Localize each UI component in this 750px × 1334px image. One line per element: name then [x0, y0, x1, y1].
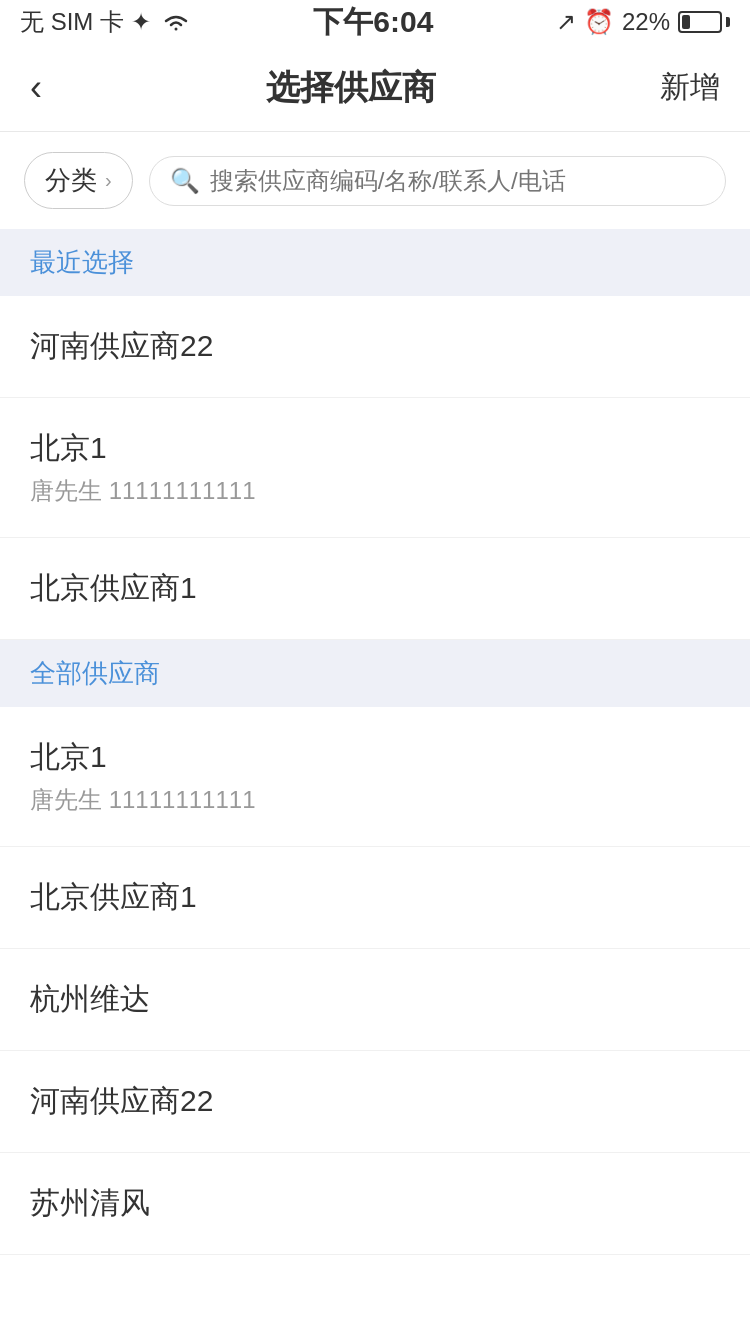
item-name: 北京供应商1: [30, 568, 720, 609]
status-left: 无 SIM 卡 ✦: [20, 6, 191, 38]
status-bar: 无 SIM 卡 ✦ 下午6:04 ↗ ⏰ 22%: [0, 0, 750, 44]
category-label: 分类: [45, 163, 97, 198]
item-name: 杭州维达: [30, 979, 720, 1020]
alarm-icon: ⏰: [584, 8, 614, 36]
list-item[interactable]: 北京供应商1: [0, 847, 750, 949]
page-title: 选择供应商: [266, 65, 436, 111]
search-icon: 🔍: [170, 167, 200, 195]
all-section-header: 全部供应商: [0, 640, 750, 707]
category-filter[interactable]: 分类 ›: [24, 152, 133, 209]
item-name: 河南供应商22: [30, 326, 720, 367]
status-right: ↗ ⏰ 22%: [556, 8, 730, 36]
item-name: 北京1: [30, 428, 720, 469]
search-box[interactable]: 🔍: [149, 156, 726, 206]
item-name: 河南供应商22: [30, 1081, 720, 1122]
item-name: 苏州清风: [30, 1183, 720, 1224]
chevron-right-icon: ›: [105, 169, 112, 192]
list-item[interactable]: 河南供应商22: [0, 1051, 750, 1153]
list-item[interactable]: 苏州清风: [0, 1153, 750, 1255]
item-name: 北京供应商1: [30, 877, 720, 918]
item-sub: 唐先生 11111111111: [30, 475, 720, 507]
list-item[interactable]: 北京1 唐先生 11111111111: [0, 707, 750, 847]
filter-bar: 分类 › 🔍: [0, 132, 750, 229]
sim-label: 无 SIM 卡 ✦: [20, 6, 151, 38]
recent-section-header: 最近选择: [0, 229, 750, 296]
battery-percent: 22%: [622, 8, 670, 36]
location-icon: ↗: [556, 8, 576, 36]
list-item[interactable]: 杭州维达: [0, 949, 750, 1051]
all-list: 北京1 唐先生 11111111111 北京供应商1 杭州维达河南供应商22 苏州清风: [0, 707, 750, 1255]
wifi-icon: [161, 11, 191, 33]
item-sub: 唐先生 11111111111: [30, 784, 720, 816]
battery-icon: [678, 11, 730, 33]
list-item[interactable]: 北京1 唐先生 11111111111: [0, 398, 750, 538]
back-button[interactable]: ‹: [30, 67, 42, 109]
recent-section-label: 最近选择: [30, 247, 134, 277]
recent-list: 河南供应商22 北京1 唐先生 11111111111 北京供应商1: [0, 296, 750, 640]
all-section-label: 全部供应商: [30, 658, 160, 688]
search-input[interactable]: [210, 167, 705, 195]
status-time: 下午6:04: [313, 2, 433, 43]
nav-bar: ‹ 选择供应商 新增: [0, 44, 750, 132]
list-item[interactable]: 河南供应商22: [0, 296, 750, 398]
item-name: 北京1: [30, 737, 720, 778]
add-button[interactable]: 新增: [660, 67, 720, 108]
list-item[interactable]: 北京供应商1: [0, 538, 750, 640]
